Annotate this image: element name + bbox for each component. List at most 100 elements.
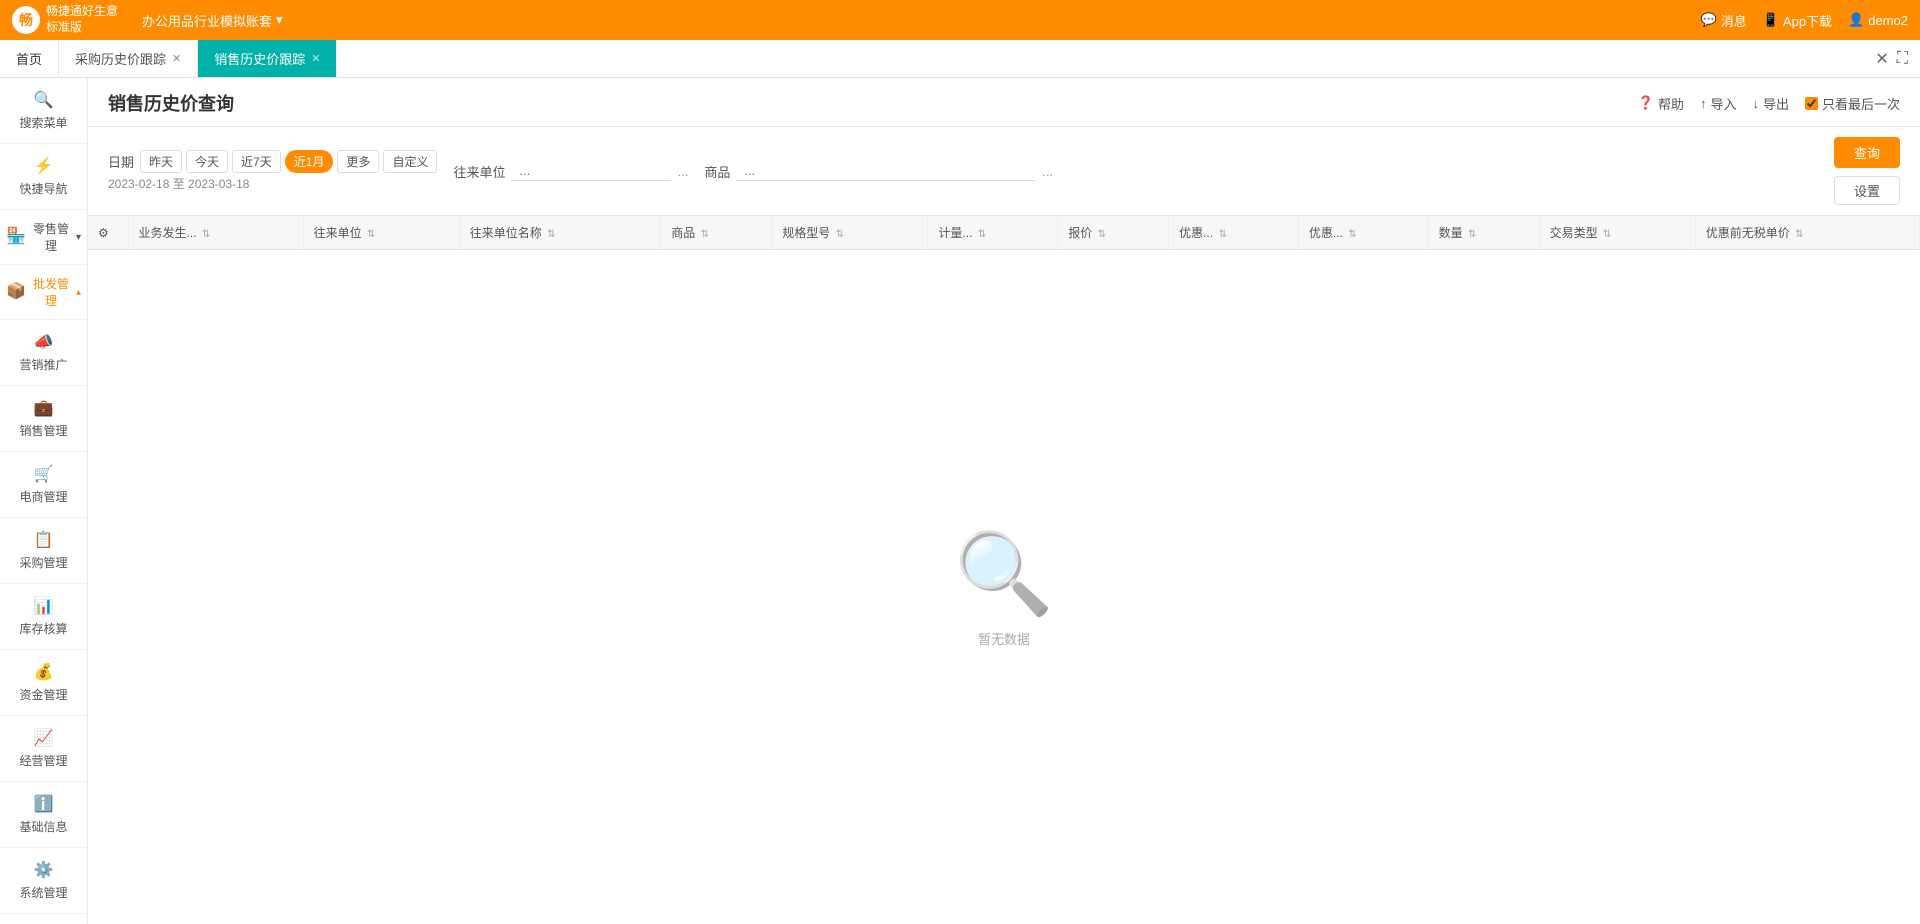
only-last-checkbox[interactable] [1805,97,1818,110]
sort-icon-9: ⇅ [1468,229,1476,240]
sort-icon-10: ⇅ [1603,229,1611,240]
sidebar-item-ecommerce[interactable]: 🛒 电商管理 [0,452,87,518]
sidebar-label-sales: 销售管理 [19,422,67,439]
sidebar-item-wholesale[interactable]: 📦 批发管理 ▴ [0,265,87,320]
inventory-icon: 📊 [34,596,54,616]
search-icon: 🔍 [34,90,54,110]
th-price[interactable]: 报价 ⇅ [1058,216,1169,250]
date-btn-today[interactable]: 今天 [186,150,228,173]
th-unit[interactable]: 计量... ⇅ [928,216,1058,250]
sidebar-label-search: 搜索菜单 [19,114,67,131]
sort-icon-5: ⇅ [978,229,986,240]
table-header: ⚙ 业务发生... ⇅ 往来单位 ⇅ 往来单位名称 ⇅ [88,216,1920,250]
empty-text: 暂无数据 [978,629,1030,648]
sort-icon-2: ⇅ [547,229,555,240]
tab-sales-history-close[interactable]: ✕ [311,52,320,65]
import-button[interactable]: ↑ 导入 [1700,94,1737,113]
business-icon: 📈 [34,728,54,748]
sort-icon-11: ⇅ [1795,229,1803,240]
avatar: 👤 [1848,12,1864,28]
action-buttons: 查询 设置 [1834,137,1900,205]
partner-filter-group: 往来单位 ... [453,161,688,181]
query-button[interactable]: 查询 [1834,137,1900,168]
sidebar-label-wholesale: 批发管理 [30,275,72,309]
logo-icon: 畅 [12,6,40,34]
help-button[interactable]: ❓ 帮助 [1638,94,1684,113]
th-business-date[interactable]: 业务发生... ⇅ [128,216,303,250]
tab-sales-history[interactable]: 销售历史价跟踪 ✕ [198,40,337,77]
empty-state: 🔍 暂无数据 [88,250,1920,924]
tab-purchase-history-label: 采购历史价跟踪 [75,49,166,68]
table-area: ⚙ 业务发生... ⇅ 往来单位 ⇅ 往来单位名称 ⇅ [88,216,1920,924]
date-btn-more[interactable]: 更多 [337,150,379,173]
chevron-down-icon: ▾ [276,12,283,28]
sidebar-item-marketing[interactable]: 📣 营销推广 [0,320,87,386]
wholesale-arrow-icon: ▴ [76,287,81,298]
sort-icon-6: ⇅ [1098,229,1106,240]
sort-icon-7: ⇅ [1218,229,1226,240]
sidebar-item-business[interactable]: 📈 经营管理 [0,716,87,782]
finance-icon: 💰 [34,662,54,682]
date-filter-section: 日期 昨天 今天 近7天 近1月 更多 自定义 2023-02-18 至 202… [108,150,437,192]
tab-purchase-history-close[interactable]: ✕ [172,52,181,65]
sidebar-item-finance[interactable]: 💰 资金管理 [0,650,87,716]
th-discount2[interactable]: 优惠... ⇅ [1298,216,1428,250]
date-filter-label: 日期 [108,152,134,171]
th-partner-name[interactable]: 往来单位名称 ⇅ [459,216,661,250]
logo-symbol: 畅 [19,10,33,30]
date-btn-7days[interactable]: 近7天 [232,150,281,173]
tab-home[interactable]: 首页 [0,40,59,77]
sidebar-item-retail[interactable]: 🏪 零售管理 ▾ [0,210,87,265]
sidebar-item-basic-info[interactable]: ℹ️ 基础信息 [0,782,87,848]
help-icon: ❓ [1638,95,1654,111]
only-last-checkbox-label[interactable]: 只看最后一次 [1805,94,1900,113]
sidebar-item-sales[interactable]: 💼 销售管理 [0,386,87,452]
th-spec[interactable]: 规格型号 ⇅ [772,216,928,250]
tab-purchase-history[interactable]: 采购历史价跟踪 ✕ [59,40,198,77]
sidebar-item-purchase[interactable]: 📋 采购管理 [0,518,87,584]
sort-icon-8: ⇅ [1348,229,1356,240]
partner-input[interactable] [511,161,671,181]
th-discount1[interactable]: 优惠... ⇅ [1169,216,1299,250]
date-btn-1month[interactable]: 近1月 [285,150,334,173]
date-btn-custom[interactable]: 自定义 [383,150,437,173]
logo-area: 畅 畅捷通好生意 标准版 [12,4,118,35]
only-last-text: 只看最后一次 [1822,94,1900,113]
date-btn-yesterday[interactable]: 昨天 [140,150,182,173]
user-account-button[interactable]: 👤 demo2 [1848,12,1908,28]
maximize-icon[interactable]: ⛶ [1897,50,1908,68]
import-icon: ↑ [1700,96,1707,111]
page-header: 销售历史价查询 ❓ 帮助 ↑ 导入 ↓ 导出 [88,78,1920,127]
th-settings[interactable]: ⚙ [88,216,128,250]
tab-sales-history-label: 销售历史价跟踪 [214,49,305,68]
sidebar-item-quick-nav[interactable]: ⚡ 快捷导航 [0,144,87,210]
sort-icon-1: ⇅ [367,229,375,240]
th-quantity[interactable]: 数量 ⇅ [1428,216,1539,250]
sidebar-label-quick-nav: 快捷导航 [19,180,67,197]
close-tab-icon[interactable]: ✕ [1875,49,1888,69]
export-button[interactable]: ↓ 导出 [1752,94,1789,113]
date-filter-group-inner: 日期 昨天 今天 近7天 近1月 更多 自定义 [108,150,437,173]
settings-button[interactable]: 设置 [1834,176,1900,205]
product-input[interactable] [736,161,1036,181]
tabs-bar: 首页 采购历史价跟踪 ✕ 销售历史价跟踪 ✕ ✕ ⛶ [0,40,1920,78]
sort-icon-3: ⇅ [701,229,709,240]
partner-filter-label: 往来单位 [453,162,505,181]
app-download-button[interactable]: 📱 App下载 [1763,11,1832,30]
th-product[interactable]: 商品 ⇅ [661,216,772,250]
sidebar-label-finance: 资金管理 [19,686,67,703]
marketing-icon: 📣 [34,332,54,352]
th-partner-code[interactable]: 往来单位 ⇅ [303,216,459,250]
app-selector[interactable]: 办公用品行业模拟账套 ▾ [142,11,283,30]
sidebar-item-system[interactable]: ⚙️ 系统管理 [0,848,87,914]
sidebar-item-search[interactable]: 🔍 搜索菜单 [0,78,87,144]
top-bar-right: 💬 消息 📱 App下载 👤 demo2 [1701,11,1908,30]
system-icon: ⚙️ [34,860,54,880]
th-transaction-type[interactable]: 交易类型 ⇅ [1539,216,1695,250]
th-pretax-price[interactable]: 优惠前无税单价 ⇅ [1695,216,1919,250]
message-button[interactable]: 💬 消息 [1701,11,1747,30]
sidebar-item-inventory[interactable]: 📊 库存核算 [0,584,87,650]
sidebar-label-basic-info: 基础信息 [19,818,67,835]
sales-icon: 💼 [34,398,54,418]
sidebar-item-cooperation[interactable]: 🤝 企业协同 [0,914,87,924]
